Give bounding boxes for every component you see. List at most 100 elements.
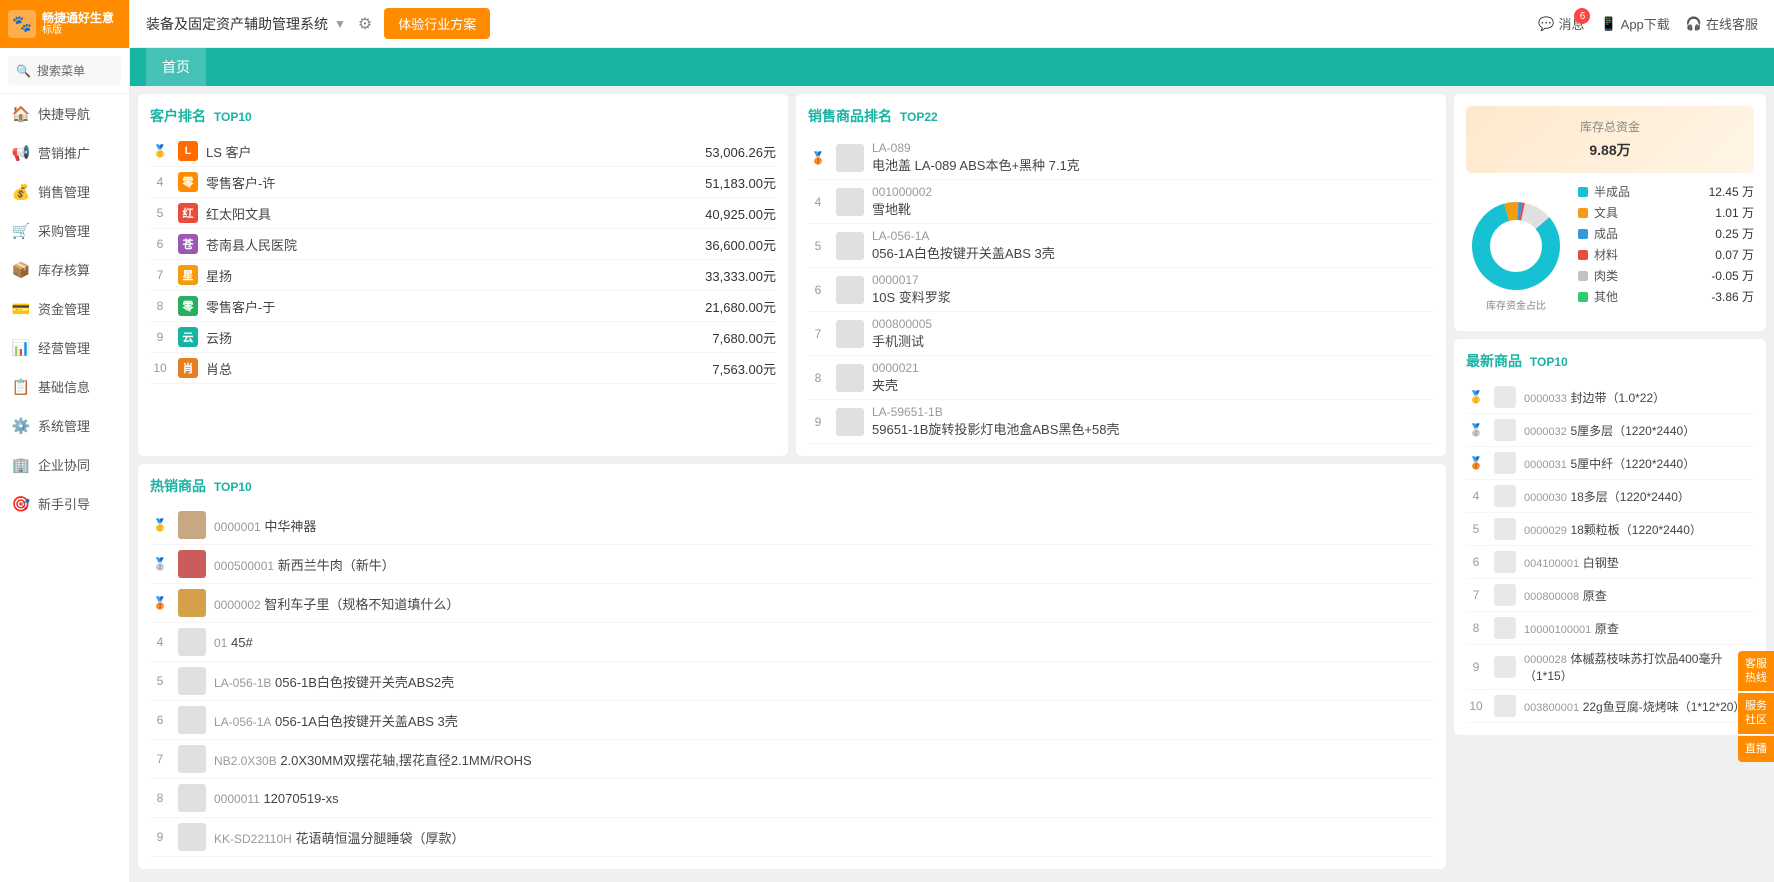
hot-product-row: 401 45#: [150, 623, 1434, 662]
right-panel: 库存总资金 9.88万: [1454, 86, 1774, 882]
float-buttons: 客服热线服务社区直播: [1738, 651, 1774, 762]
sidebar-item-operation[interactable]: 📊经营管理: [0, 328, 129, 367]
new-product-row: 50000029 18颗粒板（1220*2440）: [1466, 513, 1754, 546]
message-button[interactable]: 💬 消息 6: [1538, 14, 1584, 33]
customer-rank-row: 5红红太阳文具40,925.00元: [150, 198, 776, 229]
customer-ranking-title: 客户排名 TOP10: [150, 106, 776, 126]
marketing-icon: 📢: [12, 144, 30, 162]
new-product-row: 7000800008 原查: [1466, 579, 1754, 612]
sales-rank-row: 9LA-59651-1B59651-1B旋转投影灯电池盒ABS黑色+58壳: [808, 400, 1434, 444]
sidebar-item-home[interactable]: 🏠快捷导航: [0, 94, 129, 133]
new-product-row: 90000028 体槭荔枝味苏打饮品400毫升（1*15）: [1466, 645, 1754, 690]
legend-item: 成品0.25 万: [1578, 225, 1754, 242]
finance-icon: 💳: [12, 300, 30, 318]
new-products-list: 🥇0000033 封边带（1.0*22）🥈0000032 5厘多层（1220*2…: [1466, 381, 1754, 723]
new-products-title: 最新商品 TOP10: [1466, 351, 1754, 371]
hot-products-list: 🥇0000001 中华神器🥈000500001 新西兰牛肉（新牛）🥉000000…: [150, 506, 1434, 857]
new-product-row: 🥇0000033 封边带（1.0*22）: [1466, 381, 1754, 414]
sales-rank-row: 5LA-056-1A056-1A白色按键开关盖ABS 3壳: [808, 224, 1434, 268]
hot-product-row: 🥈000500001 新西兰牛肉（新牛）: [150, 545, 1434, 584]
sidebar-search-area: 🔍 搜索菜单: [0, 48, 129, 94]
float-btn-2[interactable]: 直播: [1738, 736, 1774, 762]
content-area: 客户排名 TOP10 🥇LLS 客户53,006.26元4零零售客户-许51,1…: [130, 86, 1774, 882]
float-btn-0[interactable]: 客服热线: [1738, 651, 1774, 692]
legend-item: 材料0.07 万: [1578, 246, 1754, 263]
legend-item: 半成品12.45 万: [1578, 183, 1754, 200]
sales-ranking-title: 销售商品排名 TOP22: [808, 106, 1434, 126]
message-icon: 💬: [1538, 16, 1554, 32]
customer-rank-row: 6苍苍南县人民医院36,600.00元: [150, 229, 776, 260]
sidebar-item-system[interactable]: ⚙️系统管理: [0, 406, 129, 445]
tab-home[interactable]: 首页: [146, 48, 206, 86]
hot-product-row: 6LA-056-1A 056-1A白色按键开关盖ABS 3壳: [150, 701, 1434, 740]
sidebar-item-enterprise[interactable]: 🏢企业协同: [0, 445, 129, 484]
sales-rank-row: 80000021夹壳: [808, 356, 1434, 400]
sales-rank-row: 7000800005手机测试: [808, 312, 1434, 356]
new-product-row: 6004100001 白钢垫: [1466, 546, 1754, 579]
new-product-row: 🥉0000031 5厘中纤（1220*2440）: [1466, 447, 1754, 480]
basic-icon: 📋: [12, 378, 30, 396]
hot-product-row: 🥇0000001 中华神器: [150, 506, 1434, 545]
legend-item: 文具1.01 万: [1578, 204, 1754, 221]
customer-ranking-card: 客户排名 TOP10 🥇LLS 客户53,006.26元4零零售客户-许51,1…: [138, 94, 788, 456]
logo-text: 畅捷通好生意 标版: [42, 11, 114, 37]
top-header: 装备及固定资产辅助管理系统 ▼ ⚙ 体验行业方案 💬 消息 6 📱 App下载 …: [130, 0, 1774, 48]
dropdown-icon: ▼: [334, 17, 346, 31]
customer-rank-row: 8零零售客户-于21,680.00元: [150, 291, 776, 322]
search-icon: 🔍: [16, 64, 31, 78]
operation-icon: 📊: [12, 339, 30, 357]
hot-products-title: 热销商品 TOP10: [150, 476, 1434, 496]
sidebar-logo: 🐾 畅捷通好生意 标版: [0, 0, 129, 48]
sidebar-item-inventory[interactable]: 📦库存核算: [0, 250, 129, 289]
hot-product-row: 80000011 12070519-xs: [150, 779, 1434, 818]
sales-rank-row: 🥉LA-089电池盖 LA-089 ABS本色+黑种 7.1克: [808, 136, 1434, 180]
sidebar-item-basic[interactable]: 📋基础信息: [0, 367, 129, 406]
inventory-legend: 半成品12.45 万文具1.01 万成品0.25 万材料0.07 万肉类-0.0…: [1578, 183, 1754, 309]
sales-ranking-card: 销售商品排名 TOP22 🥉LA-089电池盖 LA-089 ABS本色+黑种 …: [796, 94, 1446, 456]
sales-ranking-list: 🥉LA-089电池盖 LA-089 ABS本色+黑种 7.1克400100000…: [808, 136, 1434, 444]
sidebar-item-finance[interactable]: 💳资金管理: [0, 289, 129, 328]
sales-icon: 💰: [12, 183, 30, 201]
header-right: 💬 消息 6 📱 App下载 🎧 在线客服: [1538, 14, 1758, 33]
app-download-button[interactable]: 📱 App下载: [1600, 14, 1669, 33]
home-icon: 🏠: [12, 105, 30, 123]
inventory-total-value: 9.88万: [1478, 135, 1742, 161]
top-rankings-row: 客户排名 TOP10 🥇LLS 客户53,006.26元4零零售客户-许51,1…: [138, 94, 1446, 456]
headset-icon: 🎧: [1686, 16, 1702, 32]
sidebar-item-marketing[interactable]: 📢营销推广: [0, 133, 129, 172]
purchase-icon: 🛒: [12, 222, 30, 240]
new-product-row: 40000030 18多层（1220*2440）: [1466, 480, 1754, 513]
enterprise-icon: 🏢: [12, 456, 30, 474]
new-product-row: 🥈0000032 5厘多层（1220*2440）: [1466, 414, 1754, 447]
customer-ranking-list: 🥇LLS 客户53,006.26元4零零售客户-许51,183.00元5红红太阳…: [150, 136, 776, 384]
main-area: 装备及固定资产辅助管理系统 ▼ ⚙ 体验行业方案 💬 消息 6 📱 App下载 …: [130, 0, 1774, 882]
customer-rank-row: 4零零售客户-许51,183.00元: [150, 167, 776, 198]
sidebar: 🐾 畅捷通好生意 标版 🔍 搜索菜单 🏠快捷导航📢营销推广💰销售管理🛒采购管理📦…: [0, 0, 130, 882]
customer-rank-row: 10肖肖总7,563.00元: [150, 353, 776, 384]
legend-item: 其他-3.86 万: [1578, 288, 1754, 305]
nav-bar: 首页: [130, 48, 1774, 86]
inventory-card: 库存总资金 9.88万: [1454, 94, 1766, 331]
hot-product-row: 9KK-SD22110H 花语萌恒温分腿睡袋（厚款）: [150, 818, 1434, 857]
left-panel: 客户排名 TOP10 🥇LLS 客户53,006.26元4零零售客户-许51,1…: [130, 86, 1454, 882]
hot-product-row: 7NB2.0X30B 2.0X30MM双摆花轴,摆花直径2.1MM/ROHS: [150, 740, 1434, 779]
customer-rank-row: 9云云扬7,680.00元: [150, 322, 776, 353]
phone-icon: 📱: [1600, 16, 1616, 32]
new-product-row: 810000100001 原查: [1466, 612, 1754, 645]
sidebar-item-purchase[interactable]: 🛒采购管理: [0, 211, 129, 250]
trial-button[interactable]: 体验行业方案: [384, 8, 490, 39]
system-name: 装备及固定资产辅助管理系统 ▼: [146, 14, 346, 34]
search-menu-button[interactable]: 🔍 搜索菜单: [8, 56, 121, 85]
float-btn-1[interactable]: 服务社区: [1738, 693, 1774, 734]
inventory-icon: 📦: [12, 261, 30, 279]
sidebar-item-sales[interactable]: 💰销售管理: [0, 172, 129, 211]
hot-products-card: 热销商品 TOP10 🥇0000001 中华神器🥈000500001 新西兰牛肉…: [138, 464, 1446, 869]
inventory-total: 库存总资金 9.88万: [1466, 106, 1754, 173]
customer-rank-row: 7星星扬33,333.00元: [150, 260, 776, 291]
hot-product-row: 5LA-056-1B 056-1B白色按键开关壳ABS2壳: [150, 662, 1434, 701]
customer-rank-row: 🥇LLS 客户53,006.26元: [150, 136, 776, 167]
online-service-button[interactable]: 🎧 在线客服: [1686, 14, 1758, 33]
sidebar-item-guide[interactable]: 🎯新手引导: [0, 484, 129, 523]
hot-product-row: 🥉0000002 智利车子里（规格不知道填什么）: [150, 584, 1434, 623]
settings-icon[interactable]: ⚙: [358, 14, 372, 34]
